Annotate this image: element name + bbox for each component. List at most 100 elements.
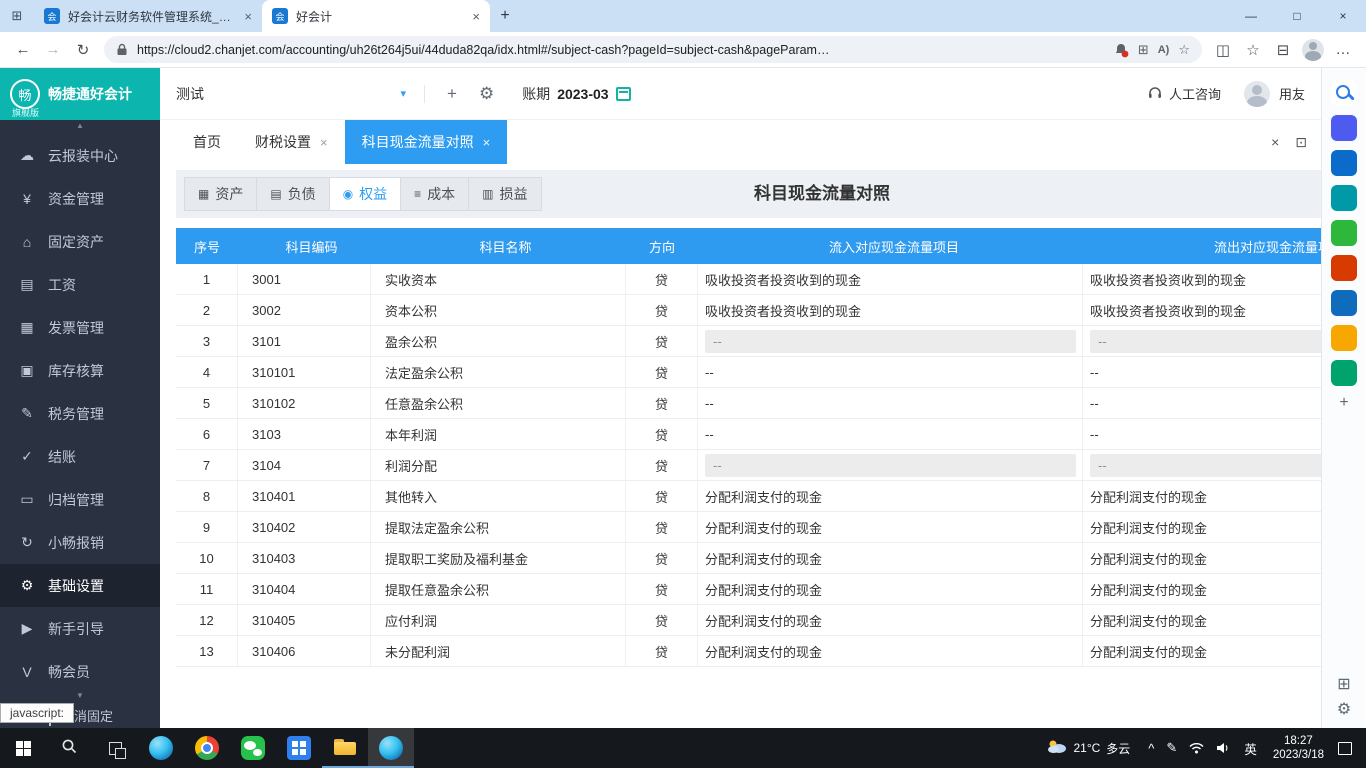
period-selector[interactable]: 账期 2023-03 [522,84,631,104]
cell-inflow-item[interactable]: 吸收投资者投资收到的现金 [698,295,1083,325]
browser-tab[interactable]: 会 好会计云财务软件管理系统_会计 × [34,0,262,32]
page-tab[interactable]: 科目现金流量对照 × [344,120,508,164]
network-icon[interactable] [1183,742,1210,754]
cell-inflow-item[interactable]: -- [698,419,1083,449]
sidebar-item[interactable]: ⚙ 基础设置 [0,564,160,607]
browser-menu-icon[interactable]: … [1328,36,1358,64]
action-center-icon[interactable] [1338,741,1352,755]
cell-inflow-item[interactable]: 分配利润支付的现金 [698,574,1083,604]
table-row[interactable]: 5 310102 任意盈余公积 贷 -- -- [176,388,1321,419]
cell-inflow-item[interactable]: 分配利润支付的现金 [698,512,1083,542]
tray-chevron-up-icon[interactable]: ^ [1142,741,1160,756]
cell-inflow-item[interactable]: 分配利润支付的现金 [698,481,1083,511]
close-all-tabs-icon[interactable]: × [1271,134,1279,151]
sidebar-item[interactable]: ¥ 资金管理 [0,177,160,220]
notifications-blocked-icon[interactable] [1113,42,1129,58]
accounting-app-taskbar-icon[interactable] [276,728,322,768]
file-explorer-taskbar-icon[interactable] [322,728,368,768]
category-tab[interactable]: ▦ 资产 [184,177,258,211]
tools-icon[interactable] [1331,185,1357,211]
cell-outflow-item[interactable]: -- [1083,326,1321,356]
cell-outflow-item[interactable]: -- [1083,419,1321,449]
sidebar-item[interactable]: V 畅会员 [0,650,160,690]
workspaces-icon[interactable]: ⊞ [1138,42,1149,58]
url-text[interactable]: https://cloud2.chanjet.com/accounting/uh… [137,43,1104,57]
sidebar-add-icon[interactable]: + [1339,395,1348,411]
read-aloud-icon[interactable]: A) [1158,44,1170,56]
volume-icon[interactable] [1210,742,1236,754]
sidebar-item[interactable]: ▭ 归档管理 [0,478,160,521]
task-view-button[interactable] [92,728,138,768]
cell-outflow-item[interactable]: -- [1083,357,1321,387]
sidebar-item[interactable]: ▤ 工资 [0,263,160,306]
user-avatar[interactable] [1243,80,1270,107]
cell-outflow-item[interactable]: 分配利润支付的现金 [1083,636,1321,666]
sidebar-scroll-down-icon[interactable]: ▼ [0,690,160,702]
taskbar-search-button[interactable] [46,728,92,768]
sidebar-customize-icon[interactable]: ⊞ [1337,677,1350,693]
table-row[interactable]: 13 310406 未分配利润 贷 分配利润支付的现金 分配利润支付的现金 [176,636,1321,667]
table-row[interactable]: 3 3101 盈余公积 贷 -- -- [176,326,1321,357]
tab-close-icon[interactable]: × [472,9,480,24]
table-row[interactable]: 11 310404 提取任意盈余公积 贷 分配利润支付的现金 分配利润支付的现金 [176,574,1321,605]
collections-icon[interactable]: ⊟ [1268,36,1298,64]
table-row[interactable]: 12 310405 应付利润 贷 分配利润支付的现金 分配利润支付的现金 [176,605,1321,636]
sidebar-settings-gear-icon[interactable]: ⚙ [1337,702,1351,718]
cell-outflow-item[interactable]: 分配利润支付的现金 [1083,481,1321,511]
favorites-icon[interactable]: ☆ [1238,36,1268,64]
cell-inflow-item[interactable]: -- [698,388,1083,418]
games-icon[interactable] [1331,220,1357,246]
weather-widget[interactable]: 21°C 多云 [1035,728,1142,768]
account-settings-gear-icon[interactable]: ⚙ [479,84,494,104]
sidebar-item[interactable]: ☁ 云报装中心 [0,134,160,177]
outlook-icon[interactable] [1331,290,1357,316]
start-button[interactable] [0,728,46,768]
language-indicator[interactable]: 英 [1236,739,1265,758]
feed-icon[interactable] [1331,325,1357,351]
category-tab[interactable]: ▤ 负债 [257,177,330,211]
office-icon[interactable] [1331,255,1357,281]
table-row[interactable]: 4 310101 法定盈余公积 贷 -- -- [176,357,1321,388]
shopping-icon[interactable] [1331,360,1357,386]
profile-avatar[interactable] [1302,38,1324,61]
table-row[interactable]: 2 3002 资本公积 贷 吸收投资者投资收到的现金 吸收投资者投资收到的现金 [176,295,1321,326]
page-tab[interactable]: 财税设置 × [238,120,345,164]
cell-inflow-item[interactable]: 分配利润支付的现金 [698,605,1083,635]
sidebar-item[interactable]: ▣ 库存核算 [0,349,160,392]
table-row[interactable]: 6 3103 本年利润 贷 -- -- [176,419,1321,450]
category-tab[interactable]: ◉ 权益 [329,177,402,211]
tab-close-icon[interactable]: × [244,9,252,24]
address-bar[interactable]: https://cloud2.chanjet.com/accounting/uh… [104,36,1202,63]
page-tab-close-icon[interactable]: × [483,135,491,150]
favorite-star-icon[interactable]: ☆ [1178,42,1190,58]
sidebar-item[interactable]: ⌂ 固定资产 [0,220,160,263]
table-row[interactable]: 10 310403 提取职工奖励及福利基金 贷 分配利润支付的现金 分配利润支付… [176,543,1321,574]
cell-outflow-item[interactable]: -- [1083,388,1321,418]
cell-inflow-item[interactable]: -- [698,357,1083,387]
lock-icon[interactable] [116,43,128,56]
cell-outflow-item[interactable]: 分配利润支付的现金 [1083,605,1321,635]
window-minimize-button[interactable]: — [1228,0,1274,32]
chrome-taskbar-icon[interactable] [184,728,230,768]
table-row[interactable]: 7 3104 利润分配 贷 -- -- [176,450,1321,481]
sidebar-item[interactable]: ▶ 新手引导 [0,607,160,650]
page-tab-close-icon[interactable]: × [320,135,328,150]
bing-search-icon[interactable] [1331,80,1357,106]
sidebar-scroll-up-icon[interactable]: ▲ [0,120,160,132]
back-button[interactable]: ← [8,36,38,64]
consult-button[interactable]: 人工咨询 [1147,84,1221,103]
cell-inflow-item[interactable]: 分配利润支付的现金 [698,543,1083,573]
cell-outflow-item[interactable]: 分配利润支付的现金 [1083,574,1321,604]
ime-pen-icon[interactable]: ✎ [1160,740,1183,756]
split-screen-icon[interactable]: ◫ [1208,36,1238,64]
cell-inflow-item[interactable]: 吸收投资者投资收到的现金 [698,264,1083,294]
cell-outflow-item[interactable]: 分配利润支付的现金 [1083,512,1321,542]
user-name[interactable]: 用友 [1279,84,1305,103]
tab-actions-icon[interactable]: ⊞ [0,8,34,24]
wechat-taskbar-icon[interactable] [230,728,276,768]
sidebar-item[interactable]: ▦ 发票管理 [0,306,160,349]
page-tab[interactable]: 首页 × [176,120,238,164]
edge-active-taskbar-icon[interactable] [368,728,414,768]
edge-taskbar-icon[interactable] [138,728,184,768]
sidebar-item[interactable]: ↻ 小畅报销 [0,521,160,564]
